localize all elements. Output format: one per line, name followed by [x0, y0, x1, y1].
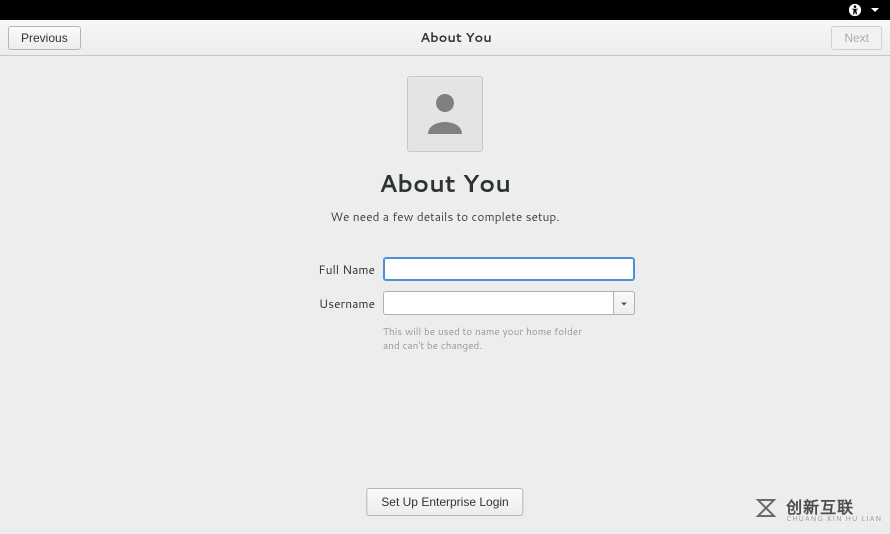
page-subtitle: We need a few details to complete setup. [330, 208, 559, 225]
username-dropdown-button[interactable] [613, 291, 635, 315]
watermark-logo-icon [752, 494, 780, 528]
chevron-down-icon [620, 296, 628, 311]
content-area: About You We need a few details to compl… [0, 56, 890, 534]
username-label: Username [255, 295, 375, 312]
username-combo [383, 291, 635, 315]
full-name-input[interactable] [383, 257, 635, 281]
full-name-row: Full Name [255, 257, 635, 281]
user-icon [420, 86, 470, 142]
form-area: Full Name Username This will be used to … [255, 257, 635, 353]
system-menu-caret-icon[interactable] [870, 5, 880, 15]
page-title: About You [379, 166, 511, 200]
username-input[interactable] [383, 291, 613, 315]
watermark: 创新互联 CHUANG XIN HU LIAN [752, 494, 882, 528]
watermark-text: 创新互联 CHUANG XIN HU LIAN [786, 500, 882, 523]
enterprise-login-button[interactable]: Set Up Enterprise Login [366, 488, 523, 516]
full-name-label: Full Name [255, 261, 375, 278]
header-title: About You [81, 29, 832, 47]
username-hint: This will be used to name your home fold… [383, 325, 583, 353]
header-bar: Previous About You Next [0, 20, 890, 56]
previous-button[interactable]: Previous [8, 26, 81, 50]
username-row: Username [255, 291, 635, 315]
watermark-line2: CHUANG XIN HU LIAN [786, 516, 882, 523]
avatar-placeholder[interactable] [407, 76, 483, 152]
accessibility-icon[interactable] [848, 3, 862, 17]
next-button[interactable]: Next [831, 26, 882, 50]
top-panel [0, 0, 890, 20]
